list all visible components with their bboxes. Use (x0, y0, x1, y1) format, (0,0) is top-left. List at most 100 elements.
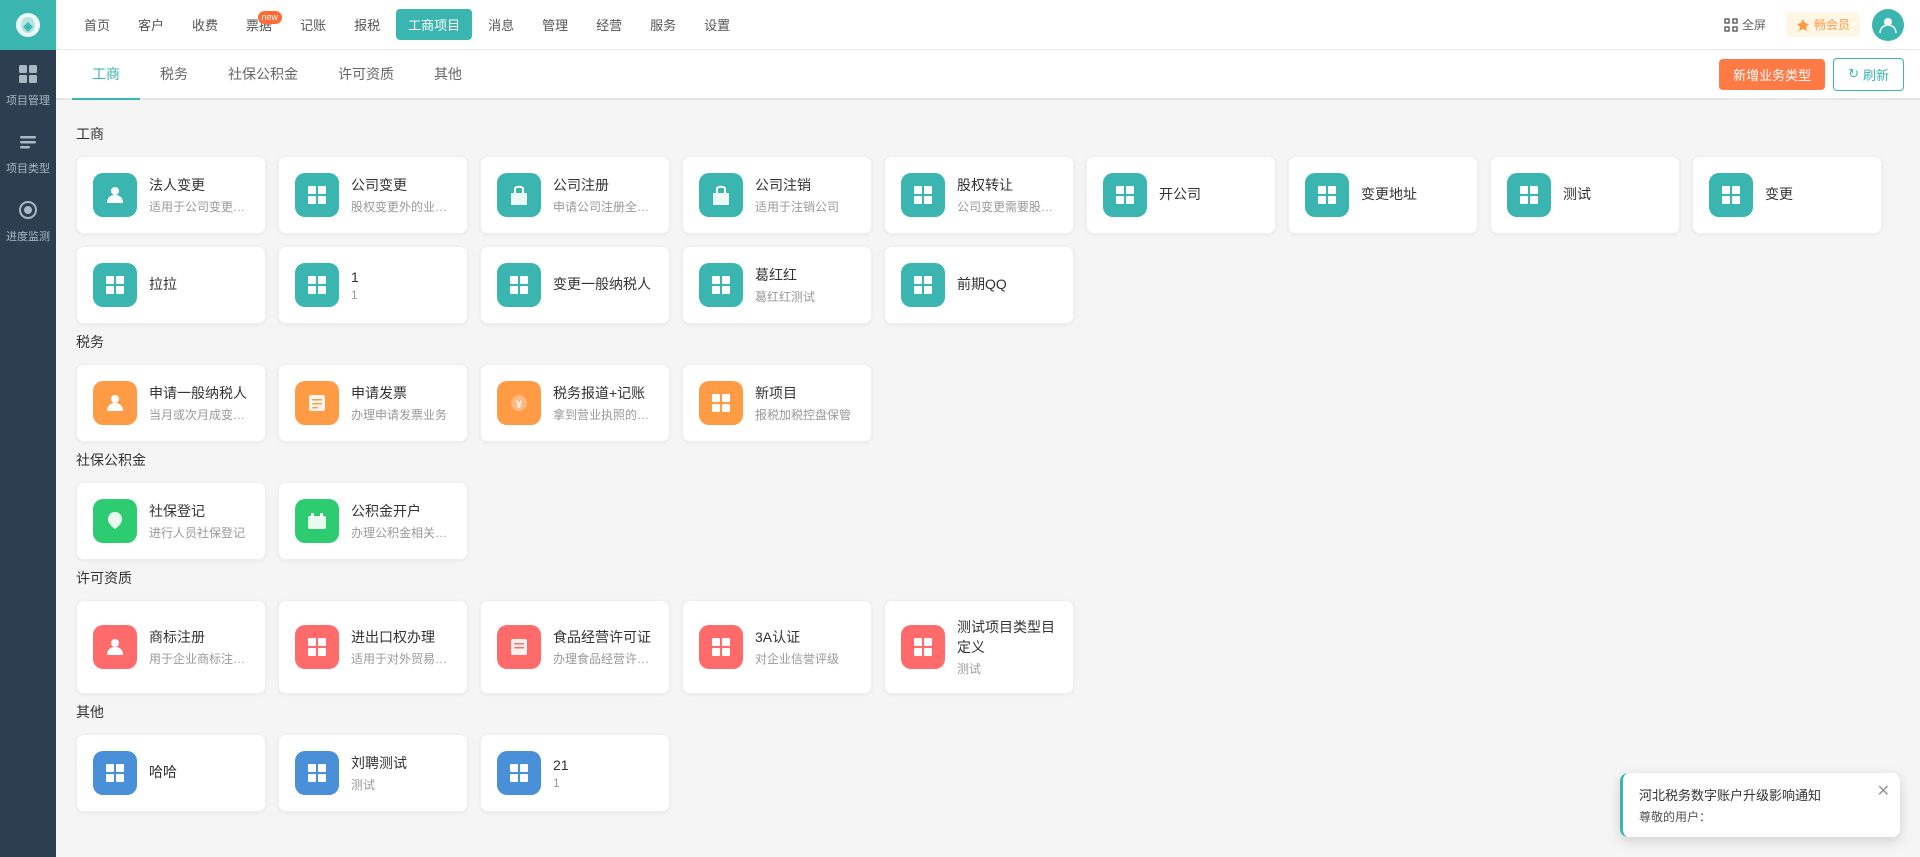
card-icon-provident-fund (295, 499, 339, 543)
nav-service[interactable]: 服务 (638, 9, 688, 40)
card-apply-taxpayer[interactable]: 申请一般纳税人 当月或次月成变更完成 (76, 364, 266, 442)
card-preqq[interactable]: 前期QQ (884, 246, 1074, 324)
card-title: 公积金开户 (351, 501, 451, 521)
card-icon-preqq (901, 263, 945, 307)
card-3a-cert[interactable]: 3A认证 对企业信誉评级 (682, 600, 872, 694)
card-tax-report-accounting[interactable]: ¥ 税务报道+记账 拿到营业执照的新公司 (480, 364, 670, 442)
card-change-address[interactable]: 变更地址 (1288, 156, 1478, 234)
card-open-company[interactable]: 开公司 (1086, 156, 1276, 234)
card-liupeng-test[interactable]: 刘聘测试 测试 (278, 734, 468, 812)
sidebar-item-progress[interactable]: 进度监测 (0, 186, 56, 254)
vip-btn[interactable]: 畅会员 (1786, 12, 1860, 37)
card-provident-fund[interactable]: 公积金开户 办理公积金相关业务 (278, 482, 468, 560)
nav-management[interactable]: 管理 (530, 9, 580, 40)
card-icon-company-register (497, 173, 541, 217)
sidebar-item-project-type[interactable]: 项目类型 (0, 118, 56, 186)
card-food-license[interactable]: 食品经营许可证 办理食品经营许可证 (480, 600, 670, 694)
tab-xuke[interactable]: 许可资质 (318, 50, 414, 100)
card-icon-legal-change (93, 173, 137, 217)
card-icon-test (1507, 173, 1551, 217)
card-test[interactable]: 测试 (1490, 156, 1680, 234)
card-icon-twenty-one (497, 751, 541, 795)
card-desc: 1 (351, 288, 451, 302)
fullscreen-btn[interactable]: 全屏 (1716, 12, 1774, 37)
card-icon-change-address (1305, 173, 1349, 217)
nav-business[interactable]: 工商项目 (396, 9, 472, 40)
card-equity-transfer[interactable]: 股权转让 公司变更需要股权转让 (884, 156, 1074, 234)
card-title: 公司变更 (351, 175, 451, 195)
card-icon-new-project (699, 381, 743, 425)
scroll-content: 工商 法人变更 适用于公司变更法人 公司变更 (56, 100, 1920, 857)
sidebar-logo[interactable]: ◈ (0, 0, 56, 50)
tab-shebao[interactable]: 社保公积金 (208, 50, 318, 100)
card-desc: 拿到营业执照的新公司 (553, 406, 653, 423)
card-title: 变更一般纳税人 (553, 274, 653, 294)
card-desc: 葛红红测试 (755, 288, 855, 305)
main-area: 首页 客户 收费 票据 new 记账 报税 工商项目 消息 管理 经营 服务 设… (56, 0, 1920, 857)
card-apply-invoice[interactable]: 申请发票 办理申请发票业务 (278, 364, 468, 442)
tab-gongshang[interactable]: 工商 (72, 50, 140, 100)
avatar[interactable] (1872, 9, 1904, 41)
card-title: 刘聘测试 (351, 753, 451, 773)
card-title: 进出口权办理 (351, 627, 451, 647)
refresh-button[interactable]: ↻ 刷新 (1833, 58, 1904, 91)
nav-accounting[interactable]: 记账 (288, 9, 338, 40)
project-type-icon (14, 128, 42, 156)
card-desc: 进行人员社保登记 (149, 524, 249, 541)
card-change2[interactable]: 变更 (1692, 156, 1882, 234)
card-title: 哈哈 (149, 762, 249, 782)
card-twenty-one[interactable]: 21 1 (480, 734, 670, 812)
nav-settings[interactable]: 设置 (692, 9, 742, 40)
card-icon-change2 (1709, 173, 1753, 217)
card-title: 商标注册 (149, 627, 249, 647)
card-icon-apply-taxpayer (93, 381, 137, 425)
card-title: 申请一般纳税人 (149, 383, 249, 403)
card-icon-import-export (295, 625, 339, 669)
sidebar-item-project-mgmt[interactable]: 项目管理 (0, 50, 56, 118)
card-icon-haha (93, 751, 137, 795)
card-company-change[interactable]: 公司变更 股权变更外的业务变更 (278, 156, 468, 234)
card-gehonghong[interactable]: 葛红红 葛红红测试 (682, 246, 872, 324)
card-new-project[interactable]: 新项目 报税加税控盘保管 (682, 364, 872, 442)
topbar: 首页 客户 收费 票据 new 记账 报税 工商项目 消息 管理 经营 服务 设… (56, 0, 1920, 50)
nav-billing[interactable]: 收费 (180, 9, 230, 40)
card-icon-food-license (497, 625, 541, 669)
nav-home[interactable]: 首页 (72, 9, 122, 40)
card-test-type[interactable]: 测试项目类型目定义 测试 (884, 600, 1074, 694)
card-company-cancel[interactable]: 公司注销 适用于注销公司 (682, 156, 872, 234)
card-icon-social-register (93, 499, 137, 543)
nav-tax[interactable]: 报税 (342, 9, 392, 40)
notification-close-btn[interactable]: ✕ (1877, 781, 1890, 801)
card-title: 变更 (1765, 184, 1865, 204)
card-change-taxpayer[interactable]: 变更一般纳税人 (480, 246, 670, 324)
card-desc: 报税加税控盘保管 (755, 406, 855, 423)
card-haha[interactable]: 哈哈 (76, 734, 266, 812)
card-title: 21 (553, 757, 653, 773)
section-xuke-title: 许可资质 (76, 568, 1900, 588)
card-title: 测试 (1563, 184, 1663, 204)
project-mgmt-icon (14, 60, 42, 88)
card-icon-change-taxpayer (497, 263, 541, 307)
section-gongshang-title: 工商 (76, 124, 1900, 144)
new-type-button[interactable]: 新增业务类型 (1719, 59, 1825, 90)
card-desc: 适用于公司变更法人 (149, 198, 249, 215)
card-legal-change[interactable]: 法人变更 适用于公司变更法人 (76, 156, 266, 234)
card-import-export[interactable]: 进出口权办理 适用于对外贸易经营者 (278, 600, 468, 694)
card-social-register[interactable]: 社保登记 进行人员社保登记 (76, 482, 266, 560)
card-title: 新项目 (755, 383, 855, 403)
card-desc: 测试 (957, 660, 1057, 677)
card-desc: 办理食品经营许可证 (553, 650, 653, 667)
tab-other[interactable]: 其他 (414, 50, 482, 100)
card-trademark[interactable]: 商标注册 用于企业商标注册服务 (76, 600, 266, 694)
card-lala[interactable]: 拉拉 (76, 246, 266, 324)
card-title: 申请发票 (351, 383, 451, 403)
nav-message[interactable]: 消息 (476, 9, 526, 40)
nav-customer[interactable]: 客户 (126, 9, 176, 40)
card-one[interactable]: 1 1 (278, 246, 468, 324)
nav-ticket[interactable]: 票据 new (234, 9, 284, 40)
tab-shuiwu[interactable]: 税务 (140, 50, 208, 100)
nav-operation[interactable]: 经营 (584, 9, 634, 40)
card-icon-tax-report: ¥ (497, 381, 541, 425)
card-icon-gehonghong (699, 263, 743, 307)
card-company-register[interactable]: 公司注册 申请公司注册全流程 (480, 156, 670, 234)
